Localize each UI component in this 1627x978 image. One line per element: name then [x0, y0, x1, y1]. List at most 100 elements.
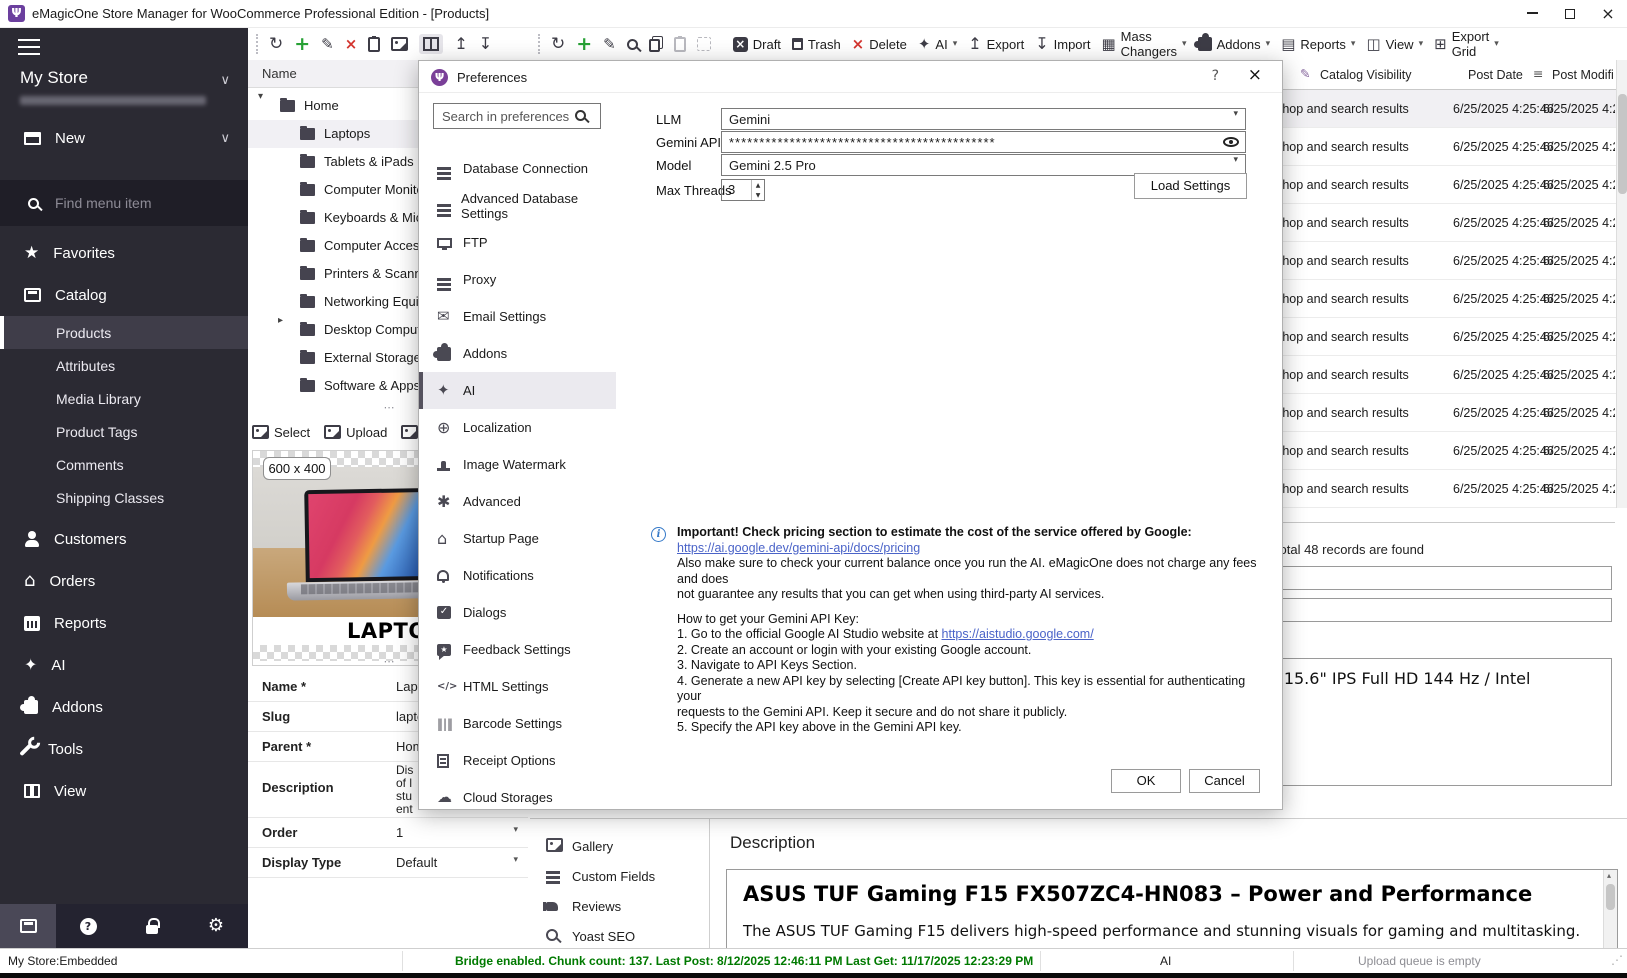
sidebar-item-shipping-classes[interactable]: Shipping Classes: [0, 481, 248, 514]
refresh-icon[interactable]: ↻: [269, 35, 283, 53]
sidebar-item-favorites[interactable]: ★ Favorites: [0, 232, 248, 274]
description-editor[interactable]: ASUS TUF Gaming F15 FX507ZC4-HN083 – Pow…: [726, 869, 1618, 949]
view-dropdown[interactable]: ◫ View ▾: [1366, 36, 1423, 52]
description-scrollbar[interactable]: ▴: [1603, 870, 1617, 948]
sidebar-item-customers[interactable]: Customers: [0, 518, 248, 560]
resize-grip-icon[interactable]: ⋰: [1611, 954, 1623, 966]
preferences-search-input[interactable]: Search in preferences: [433, 103, 601, 129]
nav-ftp[interactable]: FTP: [419, 224, 616, 261]
api-key-input[interactable]: ****************************************…: [721, 131, 1246, 153]
trash-button[interactable]: Trash: [791, 37, 841, 52]
close-button[interactable]: ×: [1589, 0, 1627, 28]
table-row[interactable]: Shop and search results 6/25/2025 4:25:46…: [1275, 90, 1627, 128]
store-name[interactable]: My Store: [20, 68, 88, 88]
minimize-button[interactable]: [1513, 0, 1551, 28]
dialog-help-icon[interactable]: ?: [1212, 69, 1219, 83]
clipboard-preview-icon[interactable]: [368, 35, 381, 52]
split-view-icon[interactable]: [423, 37, 440, 51]
mass-changers-dropdown[interactable]: ▦ Mass Changers ▾: [1101, 29, 1186, 59]
settings-button[interactable]: ⚙: [184, 904, 248, 948]
nav-feedback-settings[interactable]: Feedback Settings: [419, 631, 616, 668]
load-settings-button[interactable]: Load Settings: [1134, 173, 1247, 199]
export-button[interactable]: ↥ Export: [968, 36, 1024, 52]
maximize-button[interactable]: [1551, 0, 1589, 28]
table-row[interactable]: Shop and search results 6/25/2025 4:25:46…: [1275, 242, 1627, 280]
sidebar-item-ai[interactable]: ✦ AI: [0, 644, 248, 686]
addons-dropdown[interactable]: Addons ▾: [1193, 33, 1270, 52]
sidebar-item-product-tags[interactable]: Product Tags: [0, 415, 248, 448]
sidebar-item-comments[interactable]: Comments: [0, 448, 248, 481]
nav-barcode-settings[interactable]: ‖|‖ Barcode Settings: [419, 705, 616, 742]
lock-button[interactable]: [120, 904, 184, 948]
sort-icon[interactable]: ≡: [1533, 67, 1543, 81]
nav-email-settings[interactable]: ✉ Email Settings: [419, 298, 616, 335]
property-row-display-type[interactable]: Display Type Default ▾: [248, 848, 528, 878]
nav-notifications[interactable]: Notifications: [419, 557, 616, 594]
add-icon[interactable]: +: [576, 34, 592, 54]
nav-image-watermark[interactable]: Image Watermark: [419, 446, 616, 483]
llm-select[interactable]: Gemini ▾: [721, 108, 1246, 130]
nav-startup-page[interactable]: ⌂ Startup Page: [419, 520, 616, 557]
edit-icon[interactable]: ✎: [603, 36, 616, 52]
nav-cloud-storages[interactable]: ☁ Cloud Storages: [419, 779, 616, 809]
column-catalog-visibility[interactable]: Catalog Visibility: [1320, 68, 1411, 82]
max-threads-stepper[interactable]: 3 ▲ ▼: [721, 179, 765, 201]
table-row[interactable]: Shop and search results 6/25/2025 4:25:46…: [1275, 204, 1627, 242]
upload-icon[interactable]: ↥: [454, 36, 467, 52]
copy-icon[interactable]: [648, 39, 660, 52]
column-post-date[interactable]: Post Date: [1468, 68, 1523, 82]
sidebar-item-media-library[interactable]: Media Library: [0, 382, 248, 415]
table-row[interactable]: Shop and search results 6/25/2025 4:25:46…: [1275, 166, 1627, 204]
property-row-order[interactable]: Order 1 ▾: [248, 818, 528, 848]
nav-html-settings[interactable]: </> HTML Settings: [419, 668, 616, 705]
nav-addons[interactable]: Addons: [419, 335, 616, 372]
chevron-down-icon[interactable]: ▾: [513, 856, 518, 865]
nav-advanced-database-settings[interactable]: Advanced Database Settings: [419, 187, 616, 224]
edit-icon[interactable]: ✎: [321, 36, 334, 52]
ai-dropdown[interactable]: ✦ AI ▾: [918, 36, 957, 52]
nav-proxy[interactable]: Proxy: [419, 261, 616, 298]
paste-icon[interactable]: [673, 35, 686, 52]
sidebar-item-reports[interactable]: Reports: [0, 602, 248, 644]
chevron-right-icon[interactable]: ▸: [278, 316, 292, 326]
aistudio-link[interactable]: https://aistudio.google.com/: [942, 627, 1094, 641]
image-select-button[interactable]: Select: [252, 425, 310, 440]
hamburger-menu-icon[interactable]: [18, 39, 40, 41]
dialog-title-bar[interactable]: Ψ Preferences ? ×: [419, 61, 1282, 93]
filter-input-1[interactable]: [1275, 566, 1612, 590]
refresh-icon[interactable]: ↻: [551, 35, 565, 53]
short-description-box[interactable]: Gray / 15.6" IPS Full HD 144 Hz / Intel: [1275, 658, 1612, 786]
eye-icon[interactable]: [1223, 137, 1239, 147]
nav-advanced[interactable]: ✱ Advanced: [419, 483, 616, 520]
sidebar-search[interactable]: Find menu item: [0, 180, 248, 226]
column-post-modified[interactable]: Post Modified: [1552, 68, 1614, 82]
add-icon[interactable]: +: [294, 34, 310, 54]
sidebar-item-new[interactable]: New ∨: [0, 116, 248, 160]
search-icon[interactable]: [626, 38, 638, 50]
filter-input-2[interactable]: [1275, 598, 1612, 622]
table-row[interactable]: Shop and search results 6/25/2025 4:25:46…: [1275, 432, 1627, 470]
nav-localization[interactable]: ⊕ Localization: [419, 409, 616, 446]
table-row[interactable]: Shop and search results 6/25/2025 4:25:46…: [1275, 470, 1627, 508]
sidebar-item-tools[interactable]: Tools: [0, 728, 248, 770]
download-icon[interactable]: ↧: [479, 36, 492, 52]
table-row[interactable]: Shop and search results 6/25/2025 4:25:46…: [1275, 394, 1627, 432]
pricing-link[interactable]: https://ai.google.dev/gemini-api/docs/pr…: [677, 541, 920, 555]
table-row[interactable]: Shop and search results 6/25/2025 4:25:46…: [1275, 128, 1627, 166]
chevron-down-icon[interactable]: ▾: [513, 826, 518, 835]
chevron-down-icon[interactable]: ▾: [258, 92, 272, 102]
chevron-down-icon[interactable]: ∨: [220, 74, 230, 87]
help-button[interactable]: [56, 904, 120, 948]
nav-database-connection[interactable]: Database Connection: [419, 150, 616, 187]
cancel-button[interactable]: Cancel: [1189, 769, 1260, 793]
draft-button[interactable]: Draft: [732, 36, 781, 52]
tab-reviews[interactable]: Reviews: [530, 891, 709, 921]
sidebar-item-attributes[interactable]: Attributes: [0, 349, 248, 382]
delete-icon[interactable]: ×: [345, 36, 358, 52]
image-adjust-icon[interactable]: [391, 37, 409, 51]
tab-gallery[interactable]: Gallery: [530, 831, 709, 861]
table-row[interactable]: Shop and search results 6/25/2025 4:25:46…: [1275, 280, 1627, 318]
store-manager-tab[interactable]: [0, 904, 56, 948]
tab-custom-fields[interactable]: Custom Fields: [530, 861, 709, 891]
paste-special-icon[interactable]: [696, 37, 711, 51]
